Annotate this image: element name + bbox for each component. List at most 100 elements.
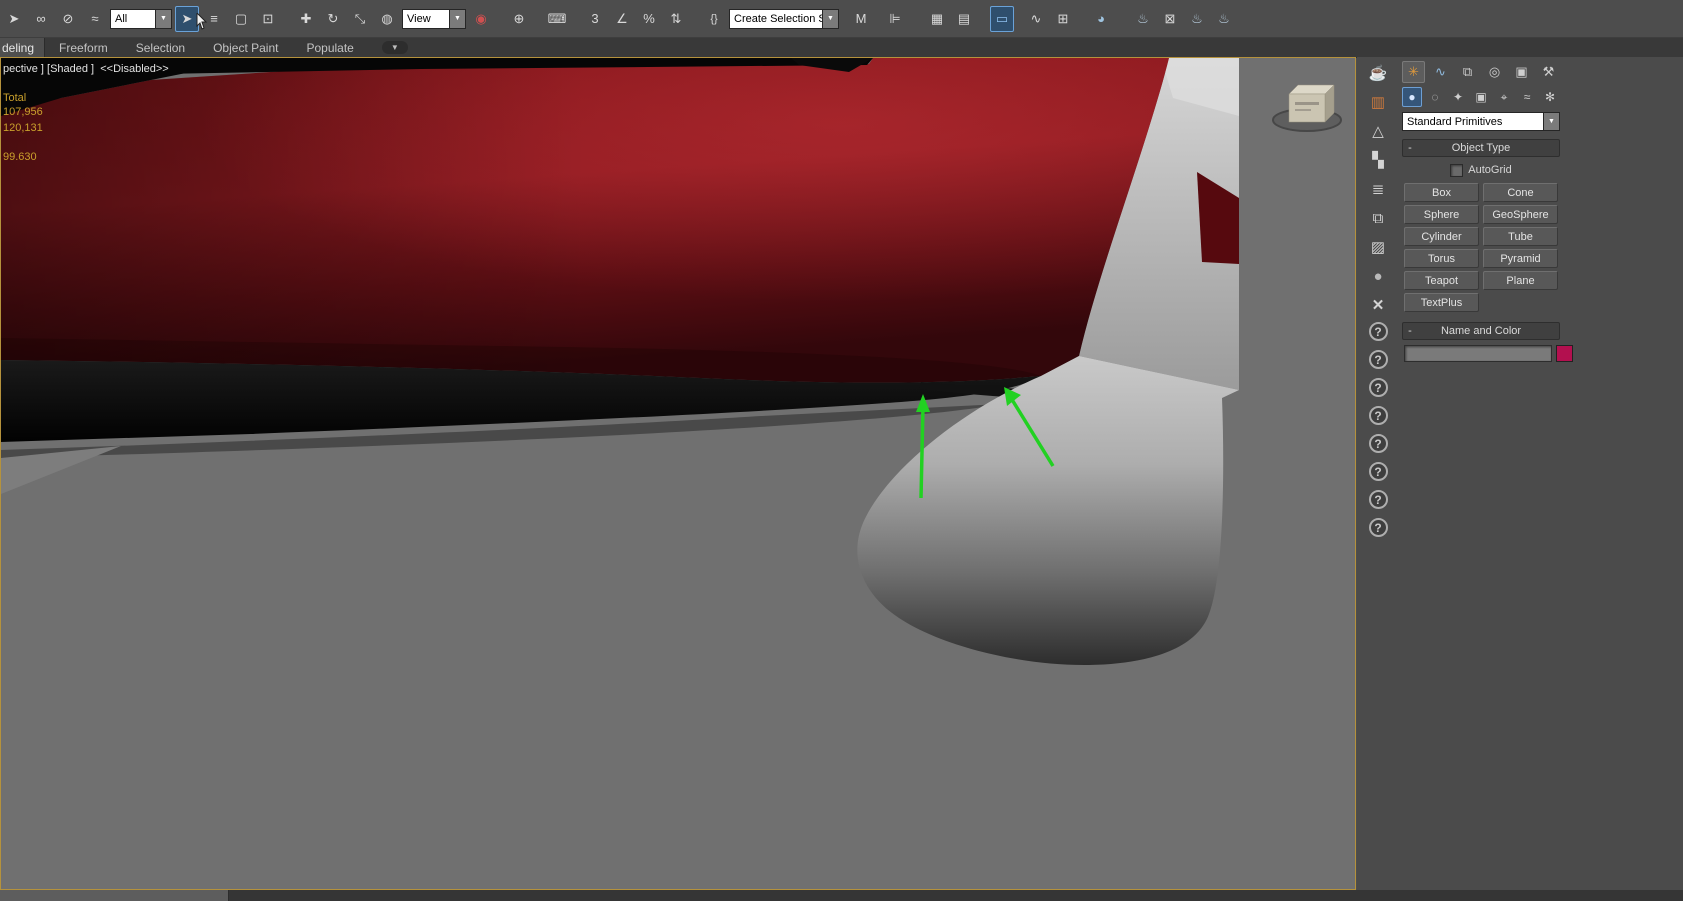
- curve-editor-icon[interactable]: ∿: [1024, 6, 1048, 32]
- help-icon[interactable]: ?: [1368, 434, 1388, 453]
- schematic-view-icon[interactable]: ⊞: [1051, 6, 1075, 32]
- select-and-link-icon[interactable]: ∞: [29, 6, 53, 32]
- perspective-viewport[interactable]: pective ] [Shaded ] <<Disabled>> Total 1…: [0, 57, 1356, 890]
- object-type-rollout-header[interactable]: - Object Type: [1402, 139, 1560, 157]
- render-setup-icon[interactable]: ♨: [1131, 6, 1155, 32]
- utilities-tab[interactable]: ⚒: [1537, 61, 1560, 83]
- spinner-snap-icon[interactable]: ⇅: [664, 6, 688, 32]
- ribbon-tab-selection[interactable]: Selection: [122, 38, 199, 57]
- cursor-arrow-icon[interactable]: ➤: [2, 6, 26, 32]
- select-and-manipulate-icon[interactable]: ⊕: [507, 6, 531, 32]
- use-pivot-point-center-icon[interactable]: ◉: [469, 6, 493, 32]
- dropdown-arrow-icon[interactable]: ▼: [155, 9, 171, 28]
- percent-snap-icon[interactable]: %: [637, 6, 661, 32]
- sphere-button[interactable]: Sphere: [1404, 205, 1479, 224]
- angle-snap-icon[interactable]: ∠: [610, 6, 634, 32]
- autogrid-checkbox[interactable]: [1450, 163, 1464, 177]
- align-icon[interactable]: ⊫: [883, 6, 907, 32]
- ribbon-tab-populate[interactable]: Populate: [292, 38, 367, 57]
- cube-stack-icon[interactable]: ⧉: [1366, 206, 1390, 230]
- layer-explorer-icon[interactable]: ▤: [952, 6, 976, 32]
- mirror-icon[interactable]: M: [849, 6, 873, 32]
- geosphere-button[interactable]: GeoSphere: [1483, 205, 1558, 224]
- ribbon-toggle-icon[interactable]: ▭: [990, 5, 1014, 32]
- motion-tab[interactable]: ◎: [1483, 61, 1506, 83]
- helpers-icon[interactable]: ⌖: [1494, 87, 1514, 107]
- shapes-icon[interactable]: ◌: [1425, 87, 1445, 107]
- torus-button[interactable]: Torus: [1404, 249, 1479, 268]
- selection-filter-dropdown[interactable]: All ▼: [110, 8, 172, 29]
- viewport-label[interactable]: pective ] [Shaded ] <<Disabled>>: [3, 63, 169, 75]
- cylinder-button[interactable]: Cylinder: [1404, 227, 1479, 246]
- ribbon-tab-object-paint[interactable]: Object Paint: [199, 38, 292, 57]
- snap-toggle-3d-icon[interactable]: 3: [583, 6, 607, 32]
- ribbon-tab-modeling[interactable]: deling: [0, 38, 46, 57]
- select-and-place-icon[interactable]: ◍: [375, 6, 399, 32]
- render-production-icon[interactable]: ♨: [1185, 6, 1209, 32]
- reference-coordinate-system-dropdown[interactable]: View ▼: [402, 8, 466, 29]
- easel-icon[interactable]: △: [1366, 119, 1390, 143]
- modify-tab[interactable]: ∿: [1429, 61, 1452, 83]
- help-icon[interactable]: ?: [1368, 406, 1388, 425]
- cone-button[interactable]: Cone: [1483, 183, 1558, 202]
- checker-icon[interactable]: ▚: [1366, 148, 1390, 172]
- material-sample-icon[interactable]: ▥: [1366, 90, 1390, 114]
- help-icon[interactable]: ?: [1368, 350, 1388, 369]
- material-editor-icon[interactable]: ◕: [1089, 6, 1113, 32]
- teapot-button[interactable]: Teapot: [1404, 271, 1479, 290]
- primitive-category-dropdown[interactable]: Standard Primitives ▼: [1402, 112, 1560, 131]
- dropdown-arrow-icon[interactable]: ▼: [449, 9, 465, 28]
- collapse-icon[interactable]: -: [1403, 325, 1417, 337]
- name-color-rollout-header[interactable]: - Name and Color: [1402, 322, 1560, 340]
- collapse-icon[interactable]: -: [1403, 142, 1417, 154]
- help-icon[interactable]: ?: [1368, 462, 1388, 481]
- space-warps-icon[interactable]: ≈: [1517, 87, 1537, 107]
- create-tab[interactable]: ✳: [1402, 61, 1425, 83]
- layers-icon[interactable]: ≣: [1366, 177, 1390, 201]
- rectangular-selection-region-icon[interactable]: ▢: [229, 6, 253, 32]
- tube-button[interactable]: Tube: [1483, 227, 1558, 246]
- teapot-icon[interactable]: ☕: [1366, 61, 1390, 85]
- autogrid-row: AutoGrid: [1404, 162, 1558, 178]
- systems-icon[interactable]: ✻: [1540, 87, 1560, 107]
- ribbon-minimize-chevron-icon[interactable]: ▼: [381, 41, 408, 54]
- gizmo-box-front[interactable]: [1288, 93, 1326, 123]
- object-name-input[interactable]: [1404, 345, 1552, 362]
- display-tab[interactable]: ▣: [1510, 61, 1533, 83]
- scene-explorer-icon[interactable]: ▦: [925, 6, 949, 32]
- viewport-scene: [1, 58, 1355, 889]
- named-selection-sets-icon[interactable]: {}: [702, 6, 726, 32]
- hierarchy-tab[interactable]: ⧉: [1456, 61, 1479, 83]
- select-and-move-icon[interactable]: ✚: [294, 6, 318, 32]
- rendered-frame-window-icon[interactable]: ⊠: [1158, 6, 1182, 32]
- main-toolbar: ➤ ∞ ⊘ ≈ All ▼ ➤ ≡ ▢ ⊡ ✚ ↻ ⤡ ◍ View ▼ ◉ ⊕…: [0, 0, 1683, 38]
- help-icon[interactable]: ?: [1368, 378, 1388, 397]
- dropdown-arrow-icon[interactable]: ▼: [1543, 113, 1559, 130]
- geometry-icon[interactable]: ●: [1402, 87, 1422, 107]
- select-and-rotate-icon[interactable]: ↻: [321, 6, 345, 32]
- unlink-selection-icon[interactable]: ⊘: [56, 6, 80, 32]
- command-panel-region: ☕ ▥ △ ▚ ≣ ⧉ ▨ ● ✕ ? ? ? ? ? ? ? ? ✳ ∿ ⧉ …: [1357, 57, 1683, 901]
- ribbon-tab-freeform[interactable]: Freeform: [45, 38, 122, 57]
- dropdown-arrow-icon[interactable]: ▼: [822, 9, 838, 28]
- pyramid-button[interactable]: Pyramid: [1483, 249, 1558, 268]
- plane-button[interactable]: Plane: [1483, 271, 1558, 290]
- stats-fps-value: 99.630: [3, 151, 37, 163]
- named-selection-set-dropdown[interactable]: Create Selection Se ▼: [729, 8, 839, 29]
- help-icon[interactable]: ?: [1368, 518, 1388, 537]
- lights-icon[interactable]: ✦: [1448, 87, 1468, 107]
- close-icon[interactable]: ✕: [1366, 293, 1390, 317]
- help-icon[interactable]: ?: [1368, 490, 1388, 509]
- help-icon[interactable]: ?: [1368, 322, 1388, 341]
- window-crossing-icon[interactable]: ⊡: [256, 6, 280, 32]
- pattern-icon[interactable]: ▨: [1366, 235, 1390, 259]
- textplus-button[interactable]: TextPlus: [1404, 293, 1479, 312]
- cameras-icon[interactable]: ▣: [1471, 87, 1491, 107]
- keyboard-override-icon[interactable]: ⌨: [545, 6, 569, 32]
- bind-to-space-warp-icon[interactable]: ≈: [83, 6, 107, 32]
- render-iterative-icon[interactable]: ♨: [1212, 6, 1236, 32]
- box-button[interactable]: Box: [1404, 183, 1479, 202]
- sphere-icon[interactable]: ●: [1366, 264, 1390, 288]
- object-color-swatch[interactable]: [1556, 345, 1573, 362]
- select-and-scale-icon[interactable]: ⤡: [348, 6, 372, 32]
